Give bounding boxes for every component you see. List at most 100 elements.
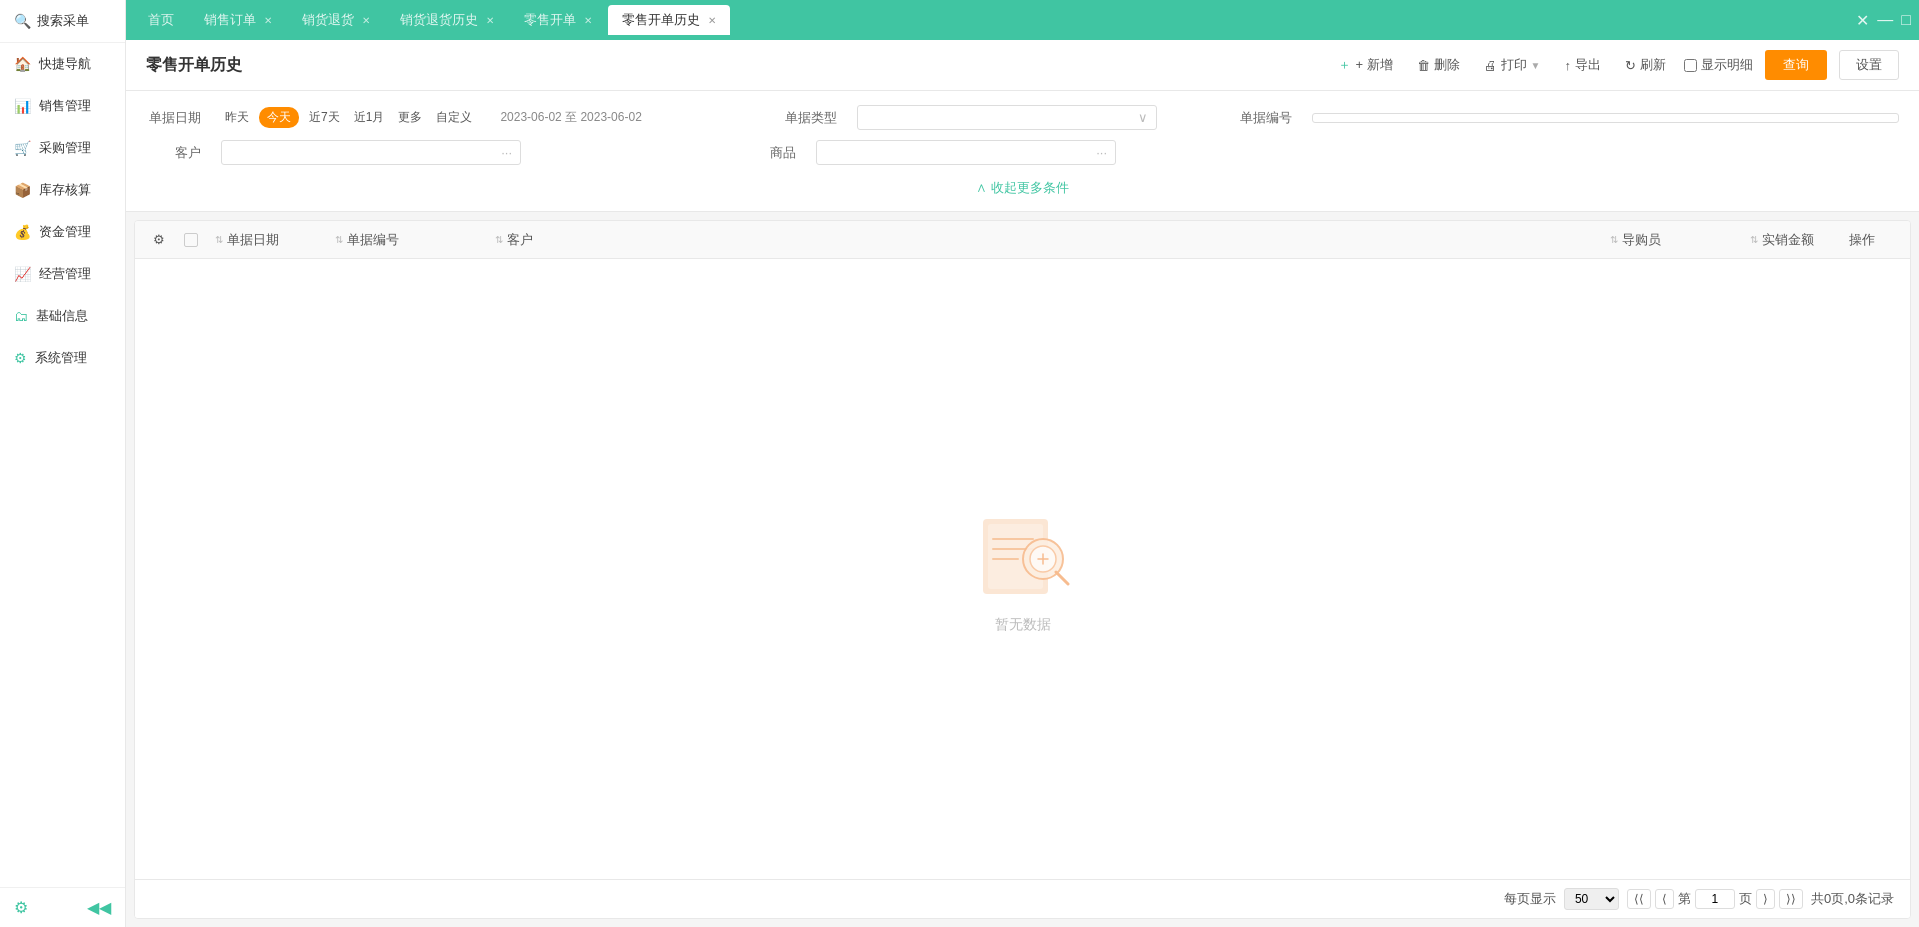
collapse-sidebar-icon[interactable]: ◀◀: [87, 898, 111, 917]
page-navigation: ⟨⟨ ⟨ 第 页 ⟩ ⟩⟩: [1627, 889, 1803, 909]
customer-input[interactable]: ···: [221, 140, 521, 165]
close-tab-sales-return[interactable]: ✕: [362, 15, 370, 26]
minimize-icon[interactable]: —: [1877, 11, 1893, 29]
delete-icon: 🗑: [1417, 58, 1430, 73]
th-gear[interactable]: ⚙: [143, 232, 175, 247]
date-opt-1month[interactable]: 近1月: [350, 107, 389, 128]
main-area: 首页 销售订单 ✕ 销货退货 ✕ 销货退货历史 ✕ 零售开单 ✕ 零售开单历史 …: [126, 0, 1919, 927]
tab-retail-open-history[interactable]: 零售开单历史 ✕: [608, 5, 730, 35]
sort-icon-guide: ⇅: [1610, 234, 1618, 245]
tab-home[interactable]: 首页: [134, 5, 188, 35]
first-page-btn[interactable]: ⟨⟨: [1627, 889, 1651, 909]
collapse-more-btn[interactable]: ∧ 收起更多条件: [146, 175, 1899, 197]
next-page-btn[interactable]: ⟩: [1756, 889, 1775, 909]
export-button[interactable]: ↑ 导出: [1559, 52, 1608, 78]
per-page-select[interactable]: 50 10 20 100: [1564, 888, 1619, 910]
sidebar-item-inventory[interactable]: 📦 库存核算: [0, 169, 125, 211]
tab-sales-order[interactable]: 销售订单 ✕: [190, 5, 286, 35]
date-opt-7days[interactable]: 近7天: [305, 107, 344, 128]
home-icon: 🏠: [14, 56, 31, 72]
maximize-icon[interactable]: □: [1901, 11, 1911, 29]
goods-label: 商品: [741, 144, 796, 162]
th-customer[interactable]: ⇅ 客户: [487, 231, 1602, 249]
sidebar-item-sys-mgmt[interactable]: ⚙ 系统管理: [0, 337, 125, 379]
bill-type-label: 单据类型: [782, 109, 837, 127]
bill-type-select[interactable]: ∨: [857, 105, 1157, 130]
chart-icon: 📊: [14, 98, 31, 114]
sidebar-item-purchase-mgmt[interactable]: 🛒 采购管理: [0, 127, 125, 169]
close-tab-sales-order[interactable]: ✕: [264, 15, 272, 26]
tab-retail-open[interactable]: 零售开单 ✕: [510, 5, 606, 35]
goods-input[interactable]: ···: [816, 140, 1116, 165]
settings-icon[interactable]: ⚙: [14, 898, 28, 917]
date-opt-custom[interactable]: 自定义: [432, 107, 476, 128]
svg-line-7: [1056, 572, 1068, 584]
display-detail-checkbox[interactable]: [1684, 59, 1697, 72]
sidebar-item-sales-mgmt[interactable]: 📊 销售管理: [0, 85, 125, 127]
sidebar-item-quick-nav[interactable]: 🏠 快捷导航: [0, 43, 125, 85]
bill-type-arrow-icon: ∨: [1138, 110, 1148, 125]
sidebar-item-basic-info[interactable]: 🗂 基础信息: [0, 295, 125, 337]
date-opt-more[interactable]: 更多: [394, 107, 426, 128]
sidebar-search[interactable]: 🔍 搜索采单: [0, 0, 125, 43]
filter-area: 单据日期 昨天 今天 近7天 近1月 更多 自定义 2023-06-02 至 2…: [126, 91, 1919, 212]
prev-page-btn[interactable]: ⟨: [1655, 889, 1674, 909]
table-body: 暂无数据: [135, 259, 1910, 879]
bill-number-input[interactable]: [1312, 113, 1899, 123]
close-tab-retail-open-history[interactable]: ✕: [708, 15, 716, 26]
th-number[interactable]: ⇅ 单据编号: [327, 231, 487, 249]
filter-row-1: 单据日期 昨天 今天 近7天 近1月 更多 自定义 2023-06-02 至 2…: [146, 105, 1899, 130]
sidebar-item-label: 采购管理: [39, 139, 91, 157]
print-icon: 🖨: [1484, 58, 1497, 73]
goods-dots-icon: ···: [1096, 145, 1107, 160]
date-options: 昨天 今天 近7天 近1月 更多 自定义: [221, 107, 476, 128]
table-header: ⚙ ⇅ 单据日期 ⇅ 单据编号 ⇅ 客户 ⇅: [135, 221, 1910, 259]
empty-text: 暂无数据: [995, 616, 1051, 634]
close-tab-retail-open[interactable]: ✕: [584, 15, 592, 26]
display-detail-toggle[interactable]: 显示明细: [1684, 56, 1753, 74]
pagination: 每页显示 50 10 20 100 ⟨⟨ ⟨ 第 页 ⟩ ⟩⟩ 共0页,0条记录: [135, 879, 1910, 918]
empty-illustration: [963, 504, 1083, 604]
delete-button[interactable]: 🗑 删除: [1411, 52, 1466, 78]
current-page-input[interactable]: [1695, 889, 1735, 909]
sort-icon-date: ⇅: [215, 234, 223, 245]
toolbar: ＋ + 新增 🗑 删除 🖨 打印 ▼ ↑ 导出 ↻: [1332, 50, 1899, 80]
ops-icon: 📈: [14, 266, 31, 282]
tab-bar-right: ✕ — □: [1856, 11, 1911, 30]
bill-number-label: 单据编号: [1237, 109, 1292, 127]
th-guide[interactable]: ⇅ 导购员: [1602, 231, 1702, 249]
date-range-display: 2023-06-02 至 2023-06-02: [500, 109, 641, 126]
sys-icon: ⚙: [14, 350, 27, 366]
close-window-icon[interactable]: ✕: [1856, 11, 1869, 30]
sort-icon-number: ⇅: [335, 234, 343, 245]
search-icon: 🔍: [14, 13, 31, 29]
customer-label: 客户: [146, 144, 201, 162]
th-amount[interactable]: ⇅ 实销金额: [1702, 231, 1822, 249]
sidebar-item-label: 经营管理: [39, 265, 91, 283]
sidebar-item-label: 系统管理: [35, 349, 87, 367]
money-icon: 💰: [14, 224, 31, 240]
date-opt-yesterday[interactable]: 昨天: [221, 107, 253, 128]
add-button[interactable]: ＋ + 新增: [1332, 52, 1398, 78]
tab-sales-return-history[interactable]: 销货退货历史 ✕: [386, 5, 508, 35]
cart-icon: 🛒: [14, 140, 31, 156]
select-all-checkbox[interactable]: [184, 233, 198, 247]
tab-sales-return[interactable]: 销货退货 ✕: [288, 5, 384, 35]
close-tab-sales-return-history[interactable]: ✕: [486, 15, 494, 26]
table-area: ⚙ ⇅ 单据日期 ⇅ 单据编号 ⇅ 客户 ⇅: [134, 220, 1911, 919]
refresh-icon: ↻: [1625, 58, 1636, 73]
date-filter-label: 单据日期: [146, 109, 201, 127]
sidebar-item-finance[interactable]: 💰 资金管理: [0, 211, 125, 253]
date-opt-today[interactable]: 今天: [259, 107, 299, 128]
sidebar-item-operations[interactable]: 📈 经营管理: [0, 253, 125, 295]
refresh-button[interactable]: ↻ 刷新: [1619, 52, 1672, 78]
th-date[interactable]: ⇅ 单据日期: [207, 231, 327, 249]
query-button[interactable]: 查询: [1765, 50, 1827, 80]
sort-icon-customer: ⇅: [495, 234, 503, 245]
settings-button[interactable]: 设置: [1839, 50, 1899, 80]
add-icon: ＋: [1338, 56, 1351, 74]
sidebar-item-label: 资金管理: [39, 223, 91, 241]
sidebar: 🔍 搜索采单 🏠 快捷导航 📊 销售管理 🛒 采购管理 📦 库存核算 💰 资金管…: [0, 0, 126, 927]
last-page-btn[interactable]: ⟩⟩: [1779, 889, 1803, 909]
print-button[interactable]: 🖨 打印 ▼: [1478, 52, 1547, 78]
